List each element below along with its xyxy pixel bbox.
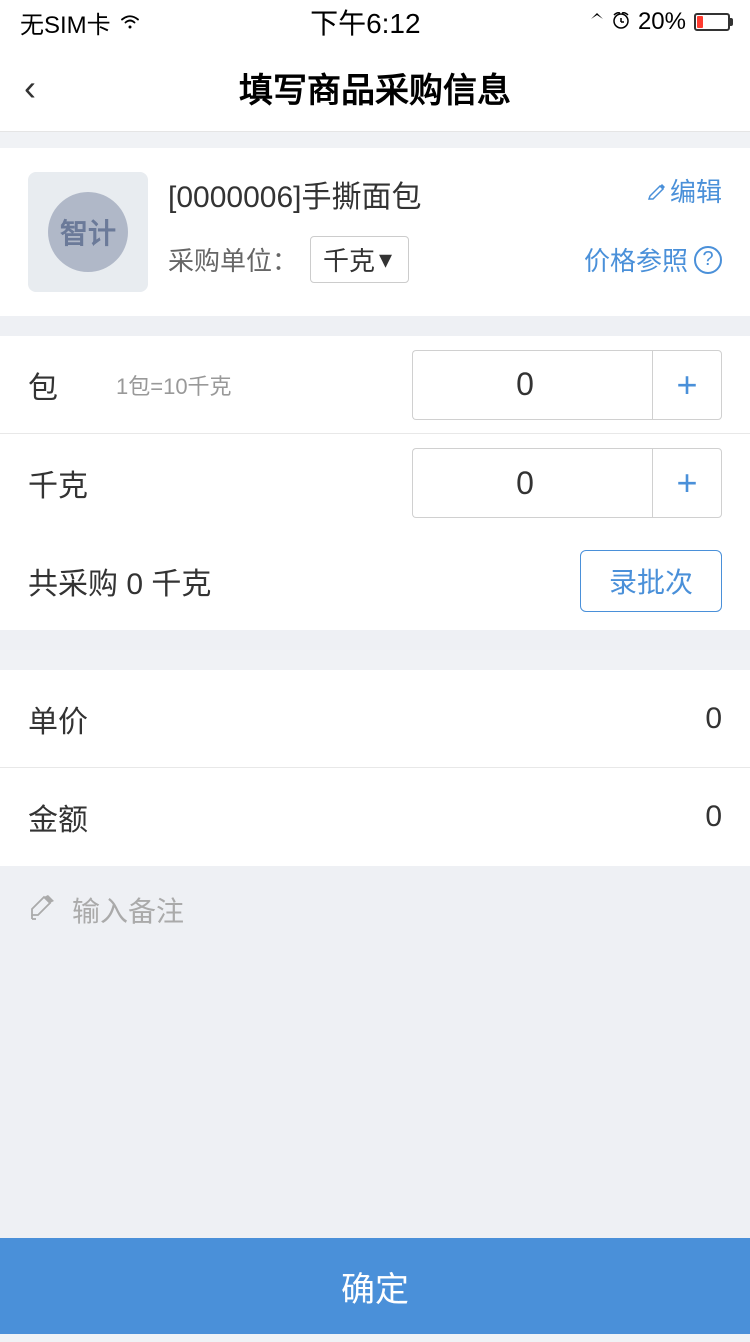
amount-value: 0 <box>705 800 722 834</box>
bag-field-wrap: + <box>412 350 722 420</box>
kg-input-row: 千克 + <box>0 434 750 532</box>
unit-dropdown[interactable]: 千克 ▾ <box>310 236 409 283</box>
kg-field-wrap: + <box>412 448 722 518</box>
alarm-icon <box>612 8 630 36</box>
wifi-icon <box>119 8 141 36</box>
nav-bar: ‹ 填写商品采购信息 <box>0 44 750 132</box>
info-section: 单价 0 金额 0 <box>0 670 750 866</box>
kg-plus-button[interactable]: + <box>652 448 722 518</box>
price-ref-help-icon: ? <box>694 246 722 274</box>
product-logo: 智计 <box>48 192 128 272</box>
amount-label: 金额 <box>28 795 88 839</box>
input-section: 包 1包=10千克 + 千克 + <box>0 336 750 532</box>
unit-price-row: 单价 0 <box>0 670 750 768</box>
notes-icon <box>28 893 56 928</box>
bag-plus-button[interactable]: + <box>652 350 722 420</box>
status-bar: 无SIM卡 下午6:12 20% <box>0 0 750 44</box>
dropdown-arrow-icon: ▾ <box>379 244 392 275</box>
section-divider-2 <box>0 630 750 650</box>
unit-row: 采购单位： 千克 ▾ <box>168 236 409 283</box>
status-bar-time: 下午6:12 <box>310 2 421 42</box>
amount-row: 金额 0 <box>0 768 750 866</box>
product-name: [0000006]手撕面包 <box>168 172 421 216</box>
product-info: [0000006]手撕面包 编辑 采购单位： 千克 ▾ <box>168 172 722 283</box>
kg-label: 千克 <box>28 461 108 505</box>
unit-value: 千克 <box>323 241 375 278</box>
notes-section: 输入备注 <box>0 866 750 1246</box>
batch-button[interactable]: 录批次 <box>580 550 722 612</box>
carrier-text: 无SIM卡 <box>20 5 111 40</box>
price-ref-label: 价格参照 <box>584 241 688 278</box>
product-thumbnail: 智计 <box>28 172 148 292</box>
edit-label: 编辑 <box>670 172 722 209</box>
section-divider-1 <box>0 316 750 336</box>
location-icon <box>590 8 604 36</box>
summary-row: 共采购 0 千克 录批次 <box>0 532 750 630</box>
price-ref-button[interactable]: 价格参照 ? <box>584 241 722 278</box>
edit-button[interactable]: 编辑 <box>648 172 722 209</box>
status-bar-left: 无SIM卡 <box>20 5 141 40</box>
bag-label: 包 <box>28 363 108 407</box>
status-bar-right: 20% <box>590 8 730 36</box>
unit-label: 采购单位： <box>168 241 298 278</box>
bag-input-row: 包 1包=10千克 + <box>0 336 750 434</box>
confirm-button[interactable]: 确定 <box>0 1238 750 1334</box>
product-card: 智计 [0000006]手撕面包 编辑 采购单位： 千克 ▾ <box>0 148 750 316</box>
summary-text: 共采购 0 千克 <box>28 559 211 603</box>
unit-price-value: 0 <box>705 702 722 736</box>
back-button[interactable]: ‹ <box>24 67 36 109</box>
kg-input[interactable] <box>412 448 652 518</box>
notes-input-row[interactable]: 输入备注 <box>28 890 722 930</box>
page-title: 填写商品采购信息 <box>239 63 511 112</box>
bag-input[interactable] <box>412 350 652 420</box>
pencil-icon <box>28 893 56 921</box>
battery-pct-text: 20% <box>638 8 686 36</box>
edit-icon <box>648 182 666 200</box>
notes-placeholder: 输入备注 <box>72 890 184 930</box>
bag-sublabel: 1包=10千克 <box>116 369 232 401</box>
battery-icon <box>694 13 730 31</box>
unit-price-label: 单价 <box>28 697 88 741</box>
